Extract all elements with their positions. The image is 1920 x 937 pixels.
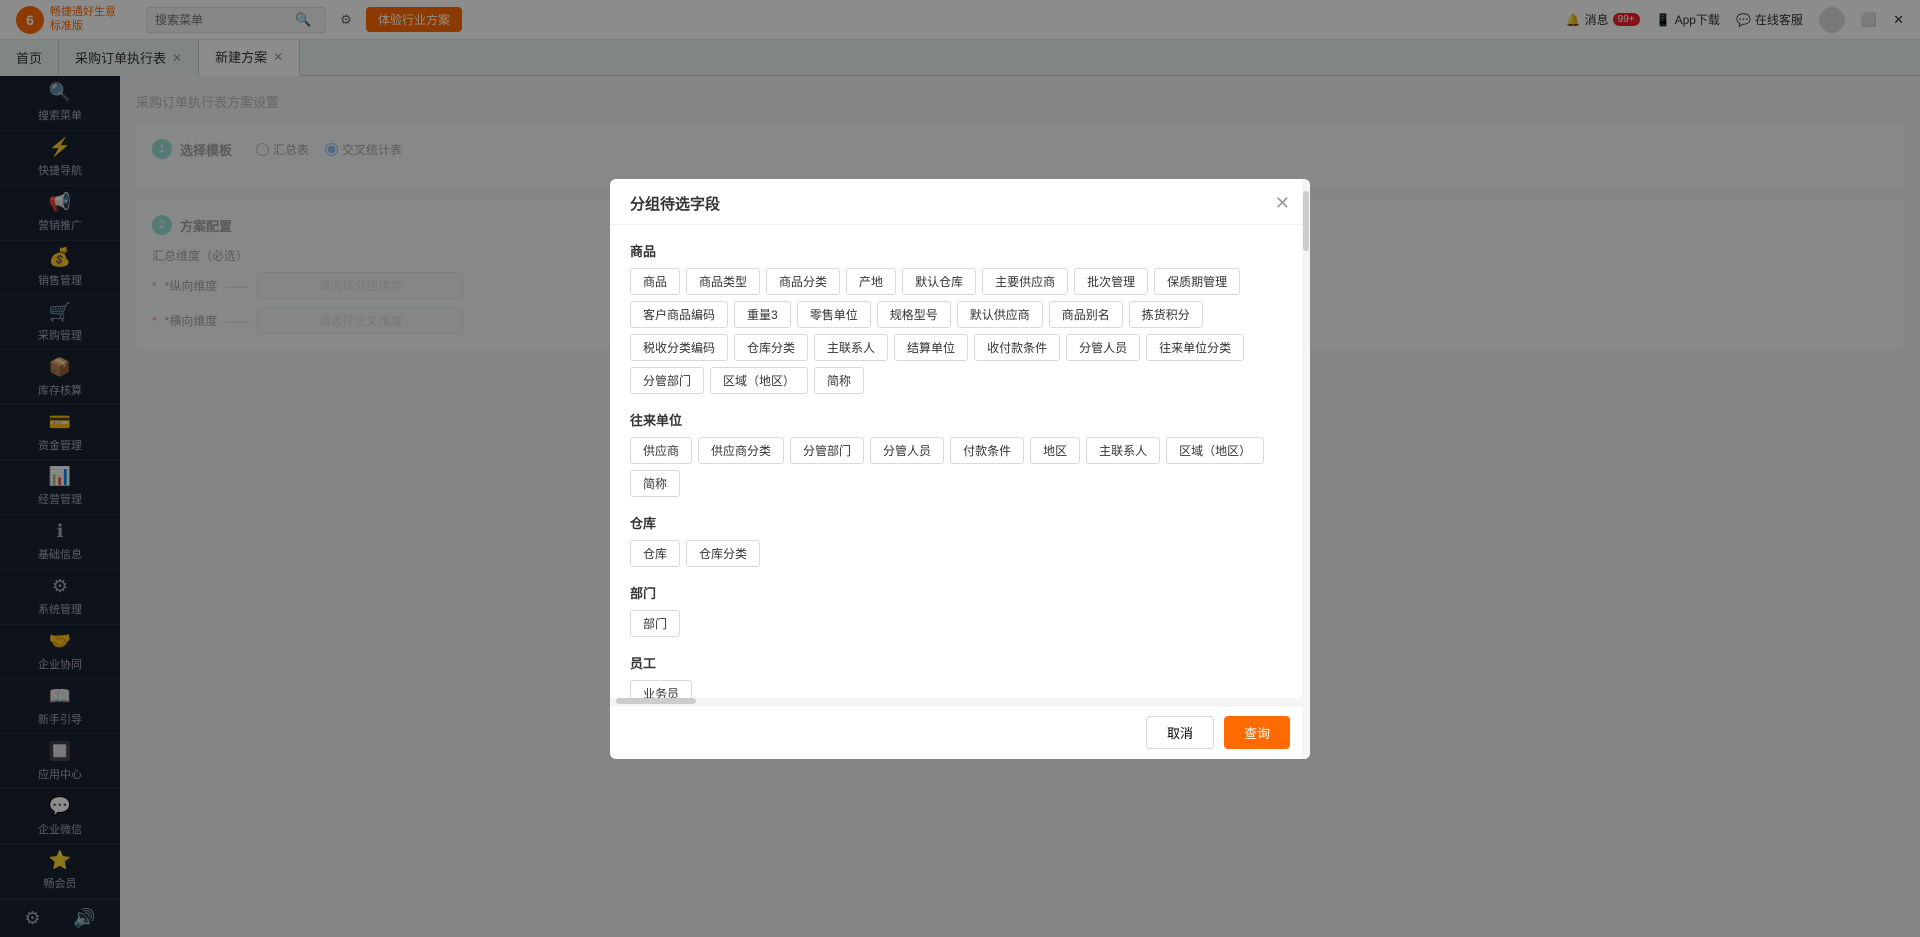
product-field-tags: 商品 商品类型 商品分类 产地 默认仓库 主要供应商 批次管理 保质期管理 客户… <box>630 268 1290 394</box>
confirm-button[interactable]: 查询 <box>1224 716 1290 749</box>
field-tag[interactable]: 默认供应商 <box>957 301 1043 328</box>
modal-v-scrollbar[interactable] <box>1302 179 1310 759</box>
field-tag[interactable]: 付款条件 <box>950 437 1024 464</box>
field-tag[interactable]: 商品 <box>630 268 680 295</box>
field-tag[interactable]: 分管人员 <box>870 437 944 464</box>
field-tag[interactable]: 供应商分类 <box>698 437 784 464</box>
field-tag[interactable]: 区域（地区） <box>710 367 808 394</box>
modal-v-scroll-thumb[interactable] <box>1303 191 1309 251</box>
field-tag[interactable]: 部门 <box>630 610 680 637</box>
modal-title: 分组待选字段 <box>630 193 720 214</box>
field-tag[interactable]: 结算单位 <box>894 334 968 361</box>
field-select-modal: 分组待选字段 ✕ 商品 商品 商品类型 商品分类 产地 默认仓库 主要供应商 批… <box>610 179 1310 759</box>
field-tag[interactable]: 简称 <box>630 470 680 497</box>
field-tag[interactable]: 仓库分类 <box>734 334 808 361</box>
field-tag[interactable]: 供应商 <box>630 437 692 464</box>
partner-field-tags: 供应商 供应商分类 分管部门 分管人员 付款条件 地区 主联系人 区域（地区） … <box>630 437 1290 497</box>
field-tag[interactable]: 客户商品编码 <box>630 301 728 328</box>
section-title-product: 商品 <box>630 241 1290 260</box>
modal-overlay: 分组待选字段 ✕ 商品 商品 商品类型 商品分类 产地 默认仓库 主要供应商 批… <box>0 0 1920 937</box>
field-section-product: 商品 商品 商品类型 商品分类 产地 默认仓库 主要供应商 批次管理 保质期管理… <box>630 241 1290 394</box>
warehouse-field-tags: 仓库 仓库分类 <box>630 540 1290 567</box>
field-tag[interactable]: 主联系人 <box>1086 437 1160 464</box>
section-title-warehouse: 仓库 <box>630 513 1290 532</box>
field-tag[interactable]: 收付款条件 <box>974 334 1060 361</box>
employee-field-tags: 业务员 <box>630 680 1290 699</box>
field-tag[interactable]: 地区 <box>1030 437 1080 464</box>
field-tag[interactable]: 规格型号 <box>877 301 951 328</box>
field-tag[interactable]: 零售单位 <box>797 301 871 328</box>
field-tag[interactable]: 商品类型 <box>686 268 760 295</box>
field-tag[interactable]: 重量3 <box>734 301 791 328</box>
modal-close-btn[interactable]: ✕ <box>1275 193 1290 214</box>
field-tag[interactable]: 简称 <box>814 367 864 394</box>
field-tag[interactable]: 业务员 <box>630 680 692 699</box>
modal-header: 分组待选字段 ✕ <box>610 179 1310 225</box>
field-tag[interactable]: 仓库 <box>630 540 680 567</box>
field-tag[interactable]: 保质期管理 <box>1154 268 1240 295</box>
field-tag[interactable]: 默认仓库 <box>902 268 976 295</box>
field-tag[interactable]: 批次管理 <box>1074 268 1148 295</box>
section-title-partner: 往来单位 <box>630 410 1290 429</box>
field-tag[interactable]: 往来单位分类 <box>1146 334 1244 361</box>
modal-footer: 取消 查询 <box>610 705 1310 759</box>
field-tag[interactable]: 区域（地区） <box>1166 437 1264 464</box>
field-tag[interactable]: 税收分类编码 <box>630 334 728 361</box>
field-tag[interactable]: 分管部门 <box>790 437 864 464</box>
field-tag[interactable]: 商品别名 <box>1049 301 1123 328</box>
field-tag[interactable]: 分管部门 <box>630 367 704 394</box>
field-section-warehouse: 仓库 仓库 仓库分类 <box>630 513 1290 567</box>
section-title-dept: 部门 <box>630 583 1290 602</box>
field-tag[interactable]: 仓库分类 <box>686 540 760 567</box>
field-tag[interactable]: 商品分类 <box>766 268 840 295</box>
field-tag[interactable]: 产地 <box>846 268 896 295</box>
dept-field-tags: 部门 <box>630 610 1290 637</box>
field-section-dept: 部门 部门 <box>630 583 1290 637</box>
cancel-button[interactable]: 取消 <box>1146 716 1214 749</box>
field-tag[interactable]: 分管人员 <box>1066 334 1140 361</box>
modal-body: 商品 商品 商品类型 商品分类 产地 默认仓库 主要供应商 批次管理 保质期管理… <box>610 225 1310 699</box>
field-section-partner: 往来单位 供应商 供应商分类 分管部门 分管人员 付款条件 地区 主联系人 区域… <box>630 410 1290 497</box>
field-section-employee: 员工 业务员 <box>630 653 1290 699</box>
section-title-employee: 员工 <box>630 653 1290 672</box>
field-tag[interactable]: 拣货积分 <box>1129 301 1203 328</box>
field-tag[interactable]: 主要供应商 <box>982 268 1068 295</box>
field-tag[interactable]: 主联系人 <box>814 334 888 361</box>
